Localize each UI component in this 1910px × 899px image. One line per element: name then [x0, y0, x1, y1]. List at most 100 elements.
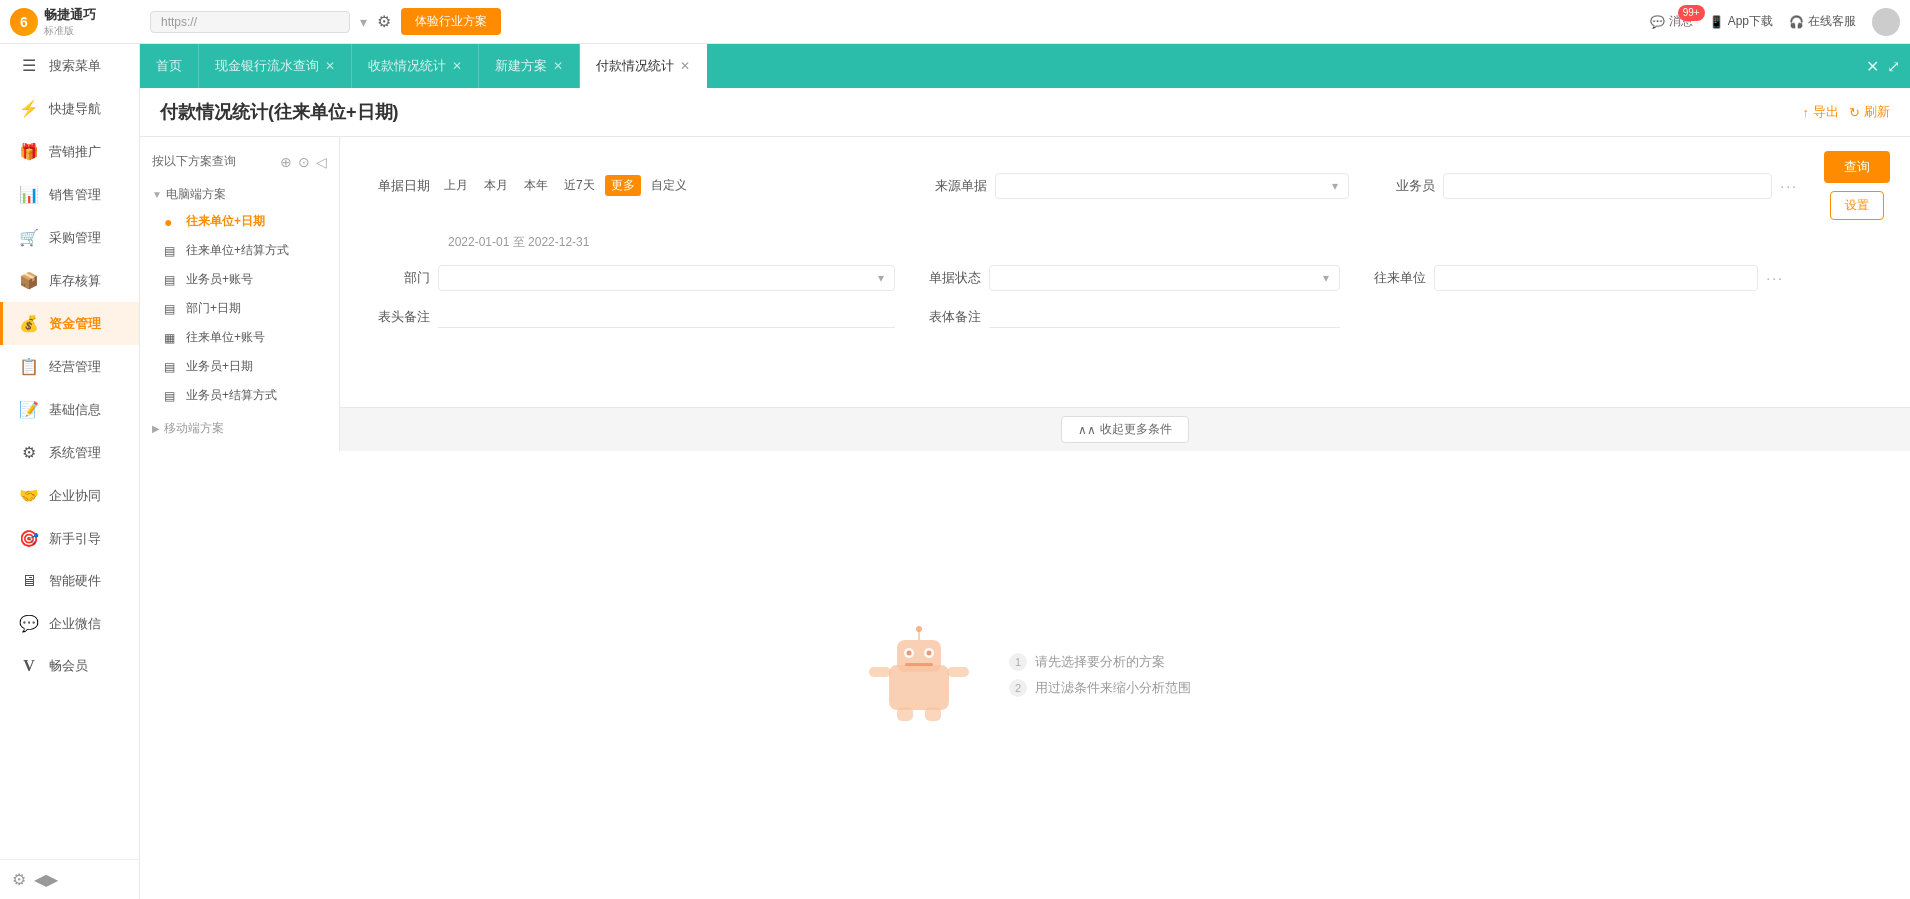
- date-option-this-month[interactable]: 本月: [478, 175, 514, 196]
- scheme-grid-icon-3: ▤: [164, 302, 180, 316]
- finance-icon: 💰: [19, 314, 39, 333]
- header-right: 💬 消息 99+ 📱 App下载 🎧 在线客服: [1650, 8, 1900, 36]
- sidebar-item-system[interactable]: ⚙ 系统管理: [0, 431, 139, 474]
- body-note-input[interactable]: [989, 305, 1339, 328]
- tab-fullscreen-btn[interactable]: ⤢: [1887, 57, 1900, 76]
- tab-cashflow-close[interactable]: ✕: [325, 59, 335, 73]
- refresh-button[interactable]: ↻ 刷新: [1849, 103, 1890, 121]
- sidebar-item-sales[interactable]: 📊 销售管理: [0, 173, 139, 216]
- scheme-item-5[interactable]: ▤ 业务员+日期: [140, 352, 339, 381]
- scheme-actions: ⊕ ⊙ ◁: [280, 154, 327, 170]
- sidebar-item-search[interactable]: ☰ 搜索菜单: [0, 44, 139, 87]
- sidebar-item-inventory[interactable]: 📦 库存核算: [0, 259, 139, 302]
- sidebar-settings-btn[interactable]: ⚙: [12, 870, 26, 889]
- tab-home[interactable]: 首页: [140, 44, 199, 88]
- export-button[interactable]: ↑ 导出: [1803, 103, 1840, 121]
- app-download-btn[interactable]: 📱 App下载: [1709, 13, 1773, 30]
- sidebar-item-member[interactable]: V 畅会员: [0, 645, 139, 687]
- counterpart-input[interactable]: [1434, 265, 1759, 291]
- scheme-desktop-title[interactable]: ▼ 电脑端方案: [140, 182, 339, 207]
- empty-tip-1: 1 请先选择要分析的方案: [1009, 653, 1191, 671]
- scheme-item-0[interactable]: ● 往来单位+日期: [140, 207, 339, 236]
- voucher-select[interactable]: ▾: [989, 265, 1339, 291]
- user-avatar[interactable]: [1872, 8, 1900, 36]
- download-icon: 📱: [1709, 15, 1724, 29]
- sidebar-label-basicinfo: 基础信息: [49, 401, 101, 419]
- dept-select[interactable]: ▾: [438, 265, 895, 291]
- date-option-last-month[interactable]: 上月: [438, 175, 474, 196]
- collapse-conditions-btn[interactable]: ∧∧ 收起更多条件: [1061, 416, 1189, 443]
- trial-button[interactable]: 体验行业方案: [401, 8, 501, 35]
- sidebar-label-purchase: 采购管理: [49, 229, 101, 247]
- salesperson-dots[interactable]: ···: [1780, 178, 1798, 194]
- scheme-active-icon: ●: [164, 214, 180, 230]
- sidebar-label-management: 经营管理: [49, 358, 101, 376]
- date-option-this-year[interactable]: 本年: [518, 175, 554, 196]
- member-icon: V: [19, 657, 39, 675]
- sidebar-item-purchase[interactable]: 🛒 采购管理: [0, 216, 139, 259]
- tab-payment-label: 付款情况统计: [596, 57, 674, 75]
- page-actions: ↑ 导出 ↻ 刷新: [1803, 103, 1891, 121]
- voucher-label: 单据状态: [911, 269, 981, 287]
- date-option-7days[interactable]: 近7天: [558, 175, 601, 196]
- tab-cashflow[interactable]: 现金银行流水查询 ✕: [199, 44, 352, 88]
- sidebar-item-collaboration[interactable]: 🤝 企业协同: [0, 474, 139, 517]
- sidebar-item-finance[interactable]: 💰 资金管理: [0, 302, 139, 345]
- scheme-mobile-title[interactable]: ▶ 移动端方案: [140, 416, 339, 441]
- sidebar-item-basicinfo[interactable]: 📝 基础信息: [0, 388, 139, 431]
- counterpart-dots[interactable]: ···: [1766, 270, 1784, 286]
- tab-payment-close[interactable]: ✕: [680, 59, 690, 73]
- date-option-custom[interactable]: 自定义: [645, 175, 693, 196]
- messages-btn[interactable]: 💬 消息 99+: [1650, 13, 1693, 30]
- scheme-add-icon[interactable]: ⊕: [280, 154, 292, 170]
- export-icon: ↑: [1803, 105, 1810, 120]
- online-service-btn[interactable]: 🎧 在线客服: [1789, 13, 1856, 30]
- tab-receipt[interactable]: 收款情况统计 ✕: [352, 44, 479, 88]
- scheme-collapse-icon[interactable]: ◁: [316, 154, 327, 170]
- tab-newplan[interactable]: 新建方案 ✕: [479, 44, 580, 88]
- filter-container: 按以下方案查询 ⊕ ⊙ ◁ ▼ 电脑端方案 ● 往来单位+日期: [140, 137, 1910, 451]
- sidebar-item-wxwork[interactable]: 💬 企业微信: [0, 602, 139, 645]
- filter-row-2: 部门 ▾ 单据状态 ▾: [360, 265, 1890, 291]
- tab-cashflow-label: 现金银行流水查询: [215, 57, 319, 75]
- sidebar-label-system: 系统管理: [49, 444, 101, 462]
- sidebar-item-guide[interactable]: 🎯 新手引导: [0, 517, 139, 560]
- sidebar-label-wxwork: 企业微信: [49, 615, 101, 633]
- scheme-grid-icon-6: ▤: [164, 389, 180, 403]
- tab-close-all-btn[interactable]: ✕: [1866, 57, 1879, 76]
- sidebar-item-management[interactable]: 📋 经营管理: [0, 345, 139, 388]
- source-select[interactable]: ▾: [995, 173, 1350, 199]
- url-bar[interactable]: https://: [150, 11, 350, 33]
- salesperson-input[interactable]: [1443, 173, 1772, 199]
- scheme-item-1[interactable]: ▤ 往来单位+结算方式: [140, 236, 339, 265]
- scheme-item-2[interactable]: ▤ 业务员+账号: [140, 265, 339, 294]
- tab-newplan-close[interactable]: ✕: [553, 59, 563, 73]
- sidebar-label-member: 畅会员: [49, 657, 88, 675]
- scheme-item-6[interactable]: ▤ 业务员+结算方式: [140, 381, 339, 410]
- sales-icon: 📊: [19, 185, 39, 204]
- query-button[interactable]: 查询: [1824, 151, 1890, 183]
- chevron-down-icon[interactable]: ▾: [360, 14, 367, 30]
- sidebar-label-marketing: 营销推广: [49, 143, 101, 161]
- scheme-item-3[interactable]: ▤ 部门+日期: [140, 294, 339, 323]
- settings-button[interactable]: 设置: [1830, 191, 1884, 220]
- date-options: 上月 本月 本年 近7天 更多 自定义: [438, 175, 693, 196]
- sidebar-collapse-btn[interactable]: ◀▶: [34, 870, 58, 889]
- sidebar-item-quicknav[interactable]: ⚡ 快捷导航: [0, 87, 139, 130]
- scheme-grid-icon-1: ▤: [164, 244, 180, 258]
- source-chevron-icon: ▾: [1332, 179, 1338, 193]
- header-settings-icon[interactable]: ⚙: [377, 12, 391, 31]
- header-note-col: 表头备注: [360, 305, 895, 328]
- messages-badge: 99+: [1678, 5, 1705, 21]
- sidebar-item-hardware[interactable]: 🖥 智能硬件: [0, 560, 139, 602]
- header-note-input[interactable]: [438, 305, 895, 328]
- tab-receipt-close[interactable]: ✕: [452, 59, 462, 73]
- app-edition: 标准版: [44, 24, 96, 38]
- scheme-item-4[interactable]: ▦ 往来单位+账号: [140, 323, 339, 352]
- scheme-settings-icon[interactable]: ⊙: [298, 154, 310, 170]
- source-label: 来源单据: [917, 177, 987, 195]
- date-option-more[interactable]: 更多: [605, 175, 641, 196]
- tab-payment[interactable]: 付款情况统计 ✕: [580, 44, 707, 88]
- sidebar-item-marketing[interactable]: 🎁 营销推广: [0, 130, 139, 173]
- date-label: 单据日期: [360, 177, 430, 195]
